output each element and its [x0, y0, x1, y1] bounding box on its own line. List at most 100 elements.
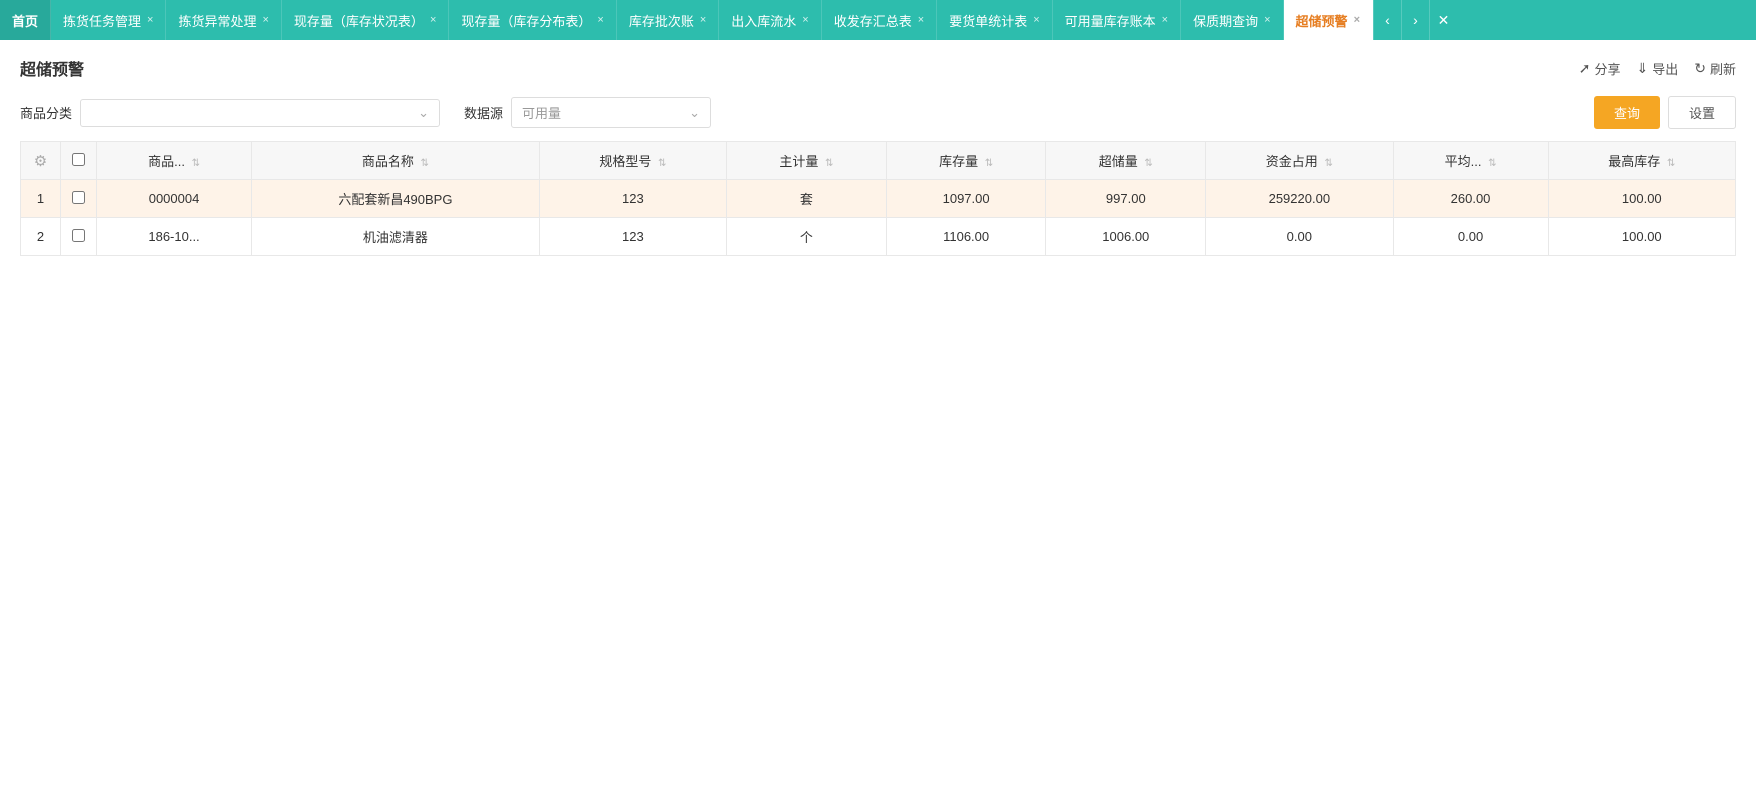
col-gear[interactable]: ⚙ — [21, 142, 61, 180]
close-overstock-alert[interactable]: × — [1354, 14, 1360, 26]
export-label: 导出 — [1652, 59, 1678, 78]
header-actions: ➚ 分享 ⇓ 导出 ↻ 刷新 — [1579, 59, 1736, 78]
col-unit-label: 主计量 — [779, 154, 818, 169]
query-button[interactable]: 查询 — [1594, 96, 1660, 129]
sort-unit-icon[interactable]: ⇅ — [825, 158, 833, 169]
col-product-name[interactable]: 商品名称 ⇅ — [252, 142, 540, 180]
col-spec[interactable]: 规格型号 ⇅ — [539, 142, 726, 180]
cell-overstock: 1006.00 — [1046, 218, 1206, 256]
nav-menu-button[interactable]: ✕ — [1429, 0, 1457, 40]
export-action[interactable]: ⇓ 导出 — [1637, 59, 1679, 78]
close-inventory-status[interactable]: × — [430, 14, 436, 26]
share-label: 分享 — [1594, 59, 1620, 78]
cell-avg: 260.00 — [1393, 180, 1548, 218]
cell-spec: 123 — [539, 180, 726, 218]
col-capital[interactable]: 资金占用 ⇅ — [1206, 142, 1393, 180]
col-overstock-label: 超储量 — [1099, 154, 1138, 169]
cell-index: 1 — [21, 180, 61, 218]
cell-capital: 259220.00 — [1206, 180, 1393, 218]
share-icon: ➚ — [1579, 60, 1591, 77]
cell-stock: 1106.00 — [886, 218, 1046, 256]
nav-inout-flow[interactable]: 出入库流水 × — [719, 0, 821, 40]
col-overstock[interactable]: 超储量 ⇅ — [1046, 142, 1206, 180]
nav-overstock-alert[interactable]: 超储预警 × — [1284, 0, 1373, 40]
refresh-action[interactable]: ↻ 刷新 — [1694, 59, 1736, 78]
nav-inventory-dist[interactable]: 现存量（库存分布表） × — [449, 0, 616, 40]
setting-button[interactable]: 设置 — [1668, 96, 1736, 129]
topbar: 首页 拣货任务管理 × 拣货异常处理 × 现存量（库存状况表） × 现存量（库存… — [0, 0, 1756, 40]
col-product-code[interactable]: 商品... ⇅ — [97, 142, 252, 180]
cell-product-code: 186-10... — [97, 218, 252, 256]
col-avg[interactable]: 平均... ⇅ — [1393, 142, 1548, 180]
datasource-select[interactable]: 可用量 ⌄ — [511, 97, 711, 128]
nav-prev-button[interactable]: ‹ — [1373, 0, 1401, 40]
close-order-stats[interactable]: × — [1033, 14, 1039, 26]
sort-capital-icon[interactable]: ⇅ — [1324, 158, 1332, 169]
sort-stock-icon[interactable]: ⇅ — [985, 158, 993, 169]
share-action[interactable]: ➚ 分享 — [1579, 59, 1621, 78]
select-all-checkbox[interactable] — [72, 153, 85, 166]
sort-product-code-icon[interactable]: ⇅ — [192, 158, 200, 169]
nav-home[interactable]: 首页 — [0, 0, 51, 40]
nav-task-mgmt[interactable]: 拣货任务管理 × — [51, 0, 166, 40]
nav-order-stats[interactable]: 要货单统计表 × — [937, 0, 1052, 40]
col-product-code-label: 商品... — [148, 154, 185, 169]
col-avg-label: 平均... — [1445, 154, 1482, 169]
cell-max-stock: 100.00 — [1548, 180, 1735, 218]
close-available-book[interactable]: × — [1162, 14, 1168, 26]
cell-product-code: 0000004 — [97, 180, 252, 218]
cell-stock: 1097.00 — [886, 180, 1046, 218]
category-select[interactable]: ⌄ — [80, 99, 440, 127]
filter-row: 商品分类 ⌄ 数据源 可用量 ⌄ 查询 设置 — [20, 96, 1736, 129]
col-checkbox — [61, 142, 97, 180]
sort-max-stock-icon[interactable]: ⇅ — [1667, 158, 1675, 169]
cell-product-name: 机油滤清器 — [252, 218, 540, 256]
export-icon: ⇓ — [1637, 60, 1649, 77]
cell-spec: 123 — [539, 218, 726, 256]
category-arrow-icon: ⌄ — [418, 105, 429, 121]
datasource-filter-group: 数据源 可用量 ⌄ — [464, 97, 711, 128]
gear-icon[interactable]: ⚙ — [34, 153, 47, 170]
col-stock-label: 库存量 — [939, 154, 978, 169]
close-task-mgmt[interactable]: × — [147, 14, 153, 26]
nav-expiry[interactable]: 保质期查询 × — [1181, 0, 1283, 40]
close-expiry[interactable]: × — [1264, 14, 1270, 26]
close-inventory-dist[interactable]: × — [597, 14, 603, 26]
refresh-icon: ↻ — [1694, 60, 1706, 77]
sort-avg-icon[interactable]: ⇅ — [1488, 158, 1496, 169]
col-spec-label: 规格型号 — [599, 154, 651, 169]
close-inout-flow[interactable]: × — [802, 14, 808, 26]
row-checkbox[interactable] — [72, 191, 85, 204]
refresh-label: 刷新 — [1710, 59, 1736, 78]
nav-batch-ledger[interactable]: 库存批次账 × — [617, 0, 719, 40]
page-content: 超储预警 ➚ 分享 ⇓ 导出 ↻ 刷新 商品分类 ⌄ 数据源 — [0, 40, 1756, 800]
col-max-stock-label: 最高库存 — [1608, 154, 1660, 169]
table-header-row: ⚙ 商品... ⇅ 商品名称 ⇅ 规格型号 ⇅ 主计量 — [21, 142, 1736, 180]
nav-next-button[interactable]: › — [1401, 0, 1429, 40]
cell-checkbox[interactable] — [61, 218, 97, 256]
table-row: 10000004六配套新昌490BPG123套1097.00997.002592… — [21, 180, 1736, 218]
col-max-stock[interactable]: 最高库存 ⇅ — [1548, 142, 1735, 180]
nav-available-book[interactable]: 可用量库存账本 × — [1053, 0, 1181, 40]
row-checkbox[interactable] — [72, 229, 85, 242]
col-unit[interactable]: 主计量 ⇅ — [727, 142, 887, 180]
cell-product-name: 六配套新昌490BPG — [252, 180, 540, 218]
sort-product-name-icon[interactable]: ⇅ — [421, 158, 429, 169]
sort-spec-icon[interactable]: ⇅ — [658, 158, 666, 169]
cell-index: 2 — [21, 218, 61, 256]
nav-exception[interactable]: 拣货异常处理 × — [166, 0, 281, 40]
sort-overstock-icon[interactable]: ⇅ — [1144, 158, 1152, 169]
page-header: 超储预警 ➚ 分享 ⇓ 导出 ↻ 刷新 — [20, 56, 1736, 80]
nav-summary[interactable]: 收发存汇总表 × — [822, 0, 937, 40]
cell-checkbox[interactable] — [61, 180, 97, 218]
nav-inventory-status[interactable]: 现存量（库存状况表） × — [282, 0, 449, 40]
close-exception[interactable]: × — [262, 14, 268, 26]
col-product-name-label: 商品名称 — [362, 154, 414, 169]
cell-avg: 0.00 — [1393, 218, 1548, 256]
close-summary[interactable]: × — [918, 14, 924, 26]
close-batch-ledger[interactable]: × — [700, 14, 706, 26]
cell-overstock: 997.00 — [1046, 180, 1206, 218]
category-label: 商品分类 — [20, 103, 72, 122]
cell-unit: 个 — [727, 218, 887, 256]
col-stock[interactable]: 库存量 ⇅ — [886, 142, 1046, 180]
